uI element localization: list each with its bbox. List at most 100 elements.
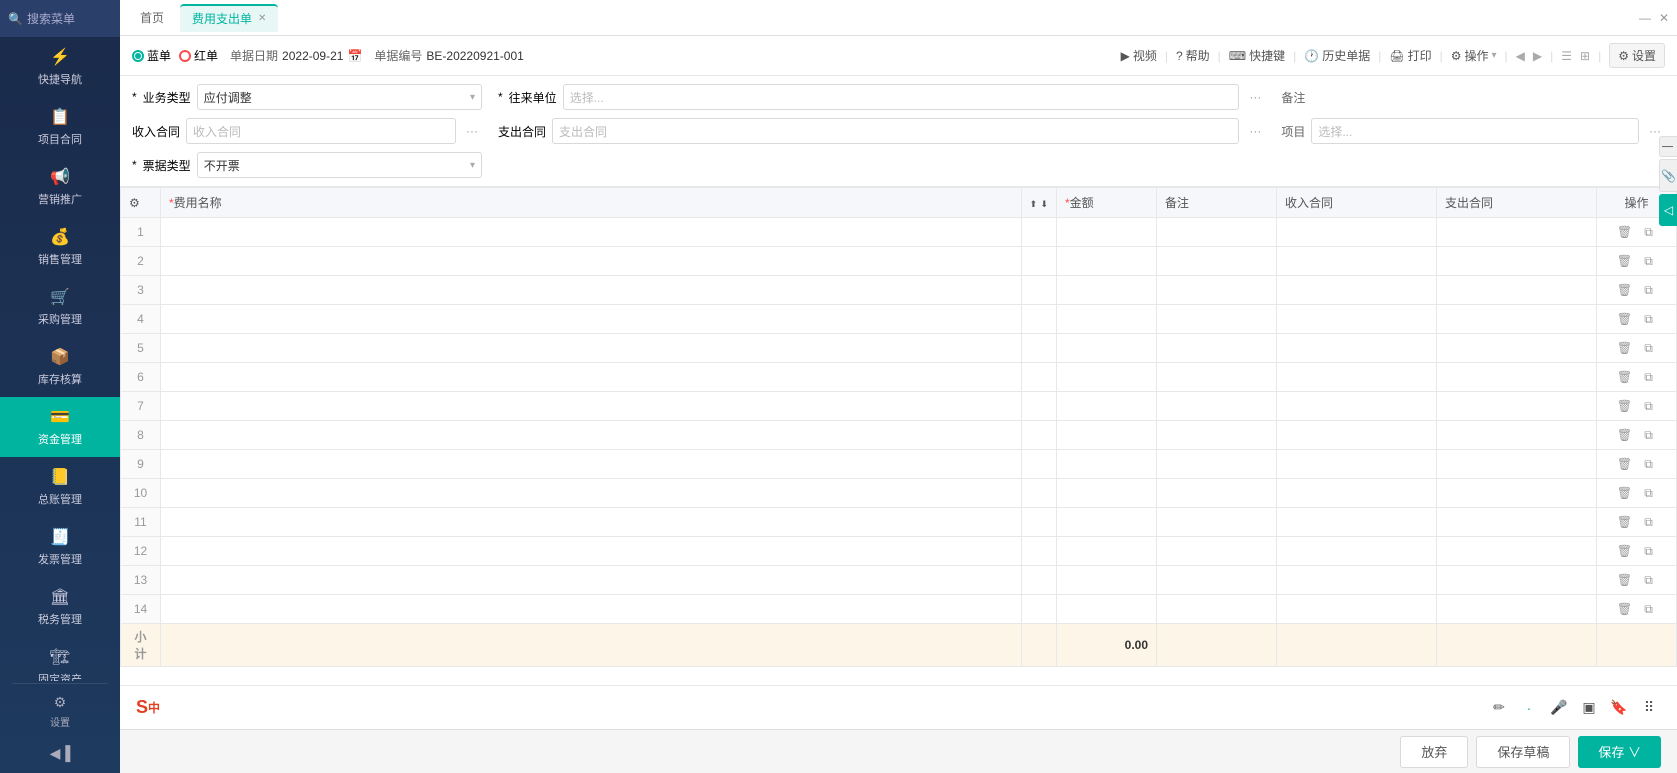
copy-icon[interactable]: ⧉	[1639, 425, 1659, 445]
remark-cell[interactable]	[1157, 392, 1277, 421]
income-contract-cell[interactable]	[1277, 595, 1437, 624]
delete-icon[interactable]: 🗑	[1615, 425, 1635, 445]
remark-cell[interactable]	[1157, 218, 1277, 247]
copy-icon[interactable]: ⧉	[1639, 454, 1659, 474]
nav-left-icon[interactable]: ◀	[1516, 49, 1525, 63]
tab-expense[interactable]: 费用支出单 ✕	[180, 4, 278, 32]
expense-contract-cell[interactable]	[1437, 479, 1597, 508]
expense-contract-cell[interactable]	[1437, 247, 1597, 276]
invoice-type-select[interactable]: 不开票 ▾	[197, 152, 482, 178]
copy-icon[interactable]: ⧉	[1639, 367, 1659, 387]
income-contract-cell[interactable]	[1277, 392, 1437, 421]
remark-cell[interactable]	[1157, 537, 1277, 566]
copy-icon[interactable]: ⧉	[1639, 396, 1659, 416]
grid-dots-icon[interactable]: ⠿	[1637, 696, 1661, 720]
tab-home[interactable]: 首页	[128, 4, 176, 32]
th-gear[interactable]: ⚙	[121, 188, 161, 218]
income-contract-cell[interactable]	[1277, 479, 1437, 508]
tab-close-icon[interactable]: ✕	[258, 13, 266, 24]
radio-red[interactable]: 红单	[179, 47, 218, 64]
video-action[interactable]: ▶ 视频	[1121, 47, 1157, 64]
remark-cell[interactable]	[1157, 595, 1277, 624]
expense-name-cell[interactable]	[161, 479, 1022, 508]
copy-icon[interactable]: ⧉	[1639, 599, 1659, 619]
remark-cell[interactable]	[1157, 479, 1277, 508]
copy-icon[interactable]: ⧉	[1639, 541, 1659, 561]
history-action[interactable]: 🕐 历史单据	[1304, 47, 1370, 64]
amount-cell[interactable]	[1057, 218, 1157, 247]
income-contract-more-icon[interactable]: ···	[462, 124, 482, 138]
copy-icon[interactable]: ⧉	[1639, 251, 1659, 271]
income-contract-cell[interactable]	[1277, 421, 1437, 450]
income-contract-cell[interactable]	[1277, 334, 1437, 363]
expense-contract-more-icon[interactable]: ···	[1245, 124, 1265, 138]
sidebar-item-purchase[interactable]: 🛒采购管理	[0, 277, 120, 337]
amount-cell[interactable]	[1057, 595, 1157, 624]
amount-cell[interactable]	[1057, 247, 1157, 276]
dot-icon[interactable]: ·	[1517, 696, 1541, 720]
side-panel-btn-3[interactable]: ◁	[1659, 194, 1677, 226]
copy-icon[interactable]: ⧉	[1639, 280, 1659, 300]
amount-cell[interactable]	[1057, 334, 1157, 363]
shortcut-action[interactable]: ⌨ 快捷键	[1229, 47, 1285, 64]
calendar-icon[interactable]: 📅	[347, 49, 362, 63]
expense-contract-cell[interactable]	[1437, 537, 1597, 566]
amount-cell[interactable]	[1057, 392, 1157, 421]
sidebar-item-project-contract[interactable]: 📋项目合同	[0, 97, 120, 157]
delete-icon[interactable]: 🗑	[1615, 599, 1635, 619]
delete-icon[interactable]: 🗑	[1615, 309, 1635, 329]
remark-cell[interactable]	[1157, 276, 1277, 305]
copy-icon[interactable]: ⧉	[1639, 222, 1659, 242]
expense-name-cell[interactable]	[161, 421, 1022, 450]
remark-cell[interactable]	[1157, 305, 1277, 334]
amount-cell[interactable]	[1057, 537, 1157, 566]
sidebar-item-sales[interactable]: 💰销售管理	[0, 217, 120, 277]
window-minimize-icon[interactable]: —	[1639, 11, 1651, 25]
nav-right-icon[interactable]: ▶	[1533, 49, 1542, 63]
amount-cell[interactable]	[1057, 479, 1157, 508]
remark-cell[interactable]	[1157, 421, 1277, 450]
chart-icon[interactable]: ▣	[1577, 696, 1601, 720]
copy-icon[interactable]: ⧉	[1639, 483, 1659, 503]
sidebar-bottom-settings[interactable]: ⚙ 设置	[0, 686, 120, 737]
delete-icon[interactable]: 🗑	[1615, 222, 1635, 242]
sidebar-bottom-volume[interactable]: ◀▐	[0, 737, 120, 773]
income-contract-cell[interactable]	[1277, 363, 1437, 392]
amount-cell[interactable]	[1057, 363, 1157, 392]
expense-contract-cell[interactable]	[1437, 421, 1597, 450]
expense-contract-cell[interactable]	[1437, 595, 1597, 624]
amount-cell[interactable]	[1057, 421, 1157, 450]
income-contract-input[interactable]: 收入合同	[186, 118, 456, 144]
remark-cell[interactable]	[1157, 508, 1277, 537]
expense-name-cell[interactable]	[161, 392, 1022, 421]
help-action[interactable]: ? 帮助	[1176, 47, 1210, 64]
expense-contract-cell[interactable]	[1437, 566, 1597, 595]
print-action[interactable]: 🖨 打印	[1389, 47, 1431, 64]
amount-cell[interactable]	[1057, 566, 1157, 595]
delete-icon[interactable]: 🗑	[1615, 396, 1635, 416]
sidebar-item-tax[interactable]: 🏛税务管理	[0, 577, 120, 637]
expense-contract-cell[interactable]	[1437, 305, 1597, 334]
edit-icon[interactable]: ✏	[1487, 696, 1511, 720]
delete-icon[interactable]: 🗑	[1615, 280, 1635, 300]
remark-cell[interactable]	[1157, 247, 1277, 276]
copy-icon[interactable]: ⧉	[1639, 570, 1659, 590]
expense-contract-cell[interactable]	[1437, 334, 1597, 363]
save-button[interactable]: 保存 ∨	[1578, 736, 1661, 768]
business-type-select[interactable]: 应付调整 ▾	[197, 84, 482, 110]
amount-cell[interactable]	[1057, 508, 1157, 537]
expense-name-cell[interactable]	[161, 305, 1022, 334]
copy-icon[interactable]: ⧉	[1639, 338, 1659, 358]
expense-name-cell[interactable]	[161, 566, 1022, 595]
expense-name-cell[interactable]	[161, 450, 1022, 479]
expense-contract-cell[interactable]	[1437, 363, 1597, 392]
expense-name-cell[interactable]	[161, 363, 1022, 392]
income-contract-cell[interactable]	[1277, 537, 1437, 566]
discard-button[interactable]: 放弃	[1400, 736, 1468, 768]
mic-icon[interactable]: 🎤	[1547, 696, 1571, 720]
expense-contract-cell[interactable]	[1437, 276, 1597, 305]
remark-cell[interactable]	[1157, 450, 1277, 479]
income-contract-cell[interactable]	[1277, 566, 1437, 595]
remark-cell[interactable]	[1157, 363, 1277, 392]
sort-down-icon[interactable]: ⬇	[1040, 199, 1048, 209]
